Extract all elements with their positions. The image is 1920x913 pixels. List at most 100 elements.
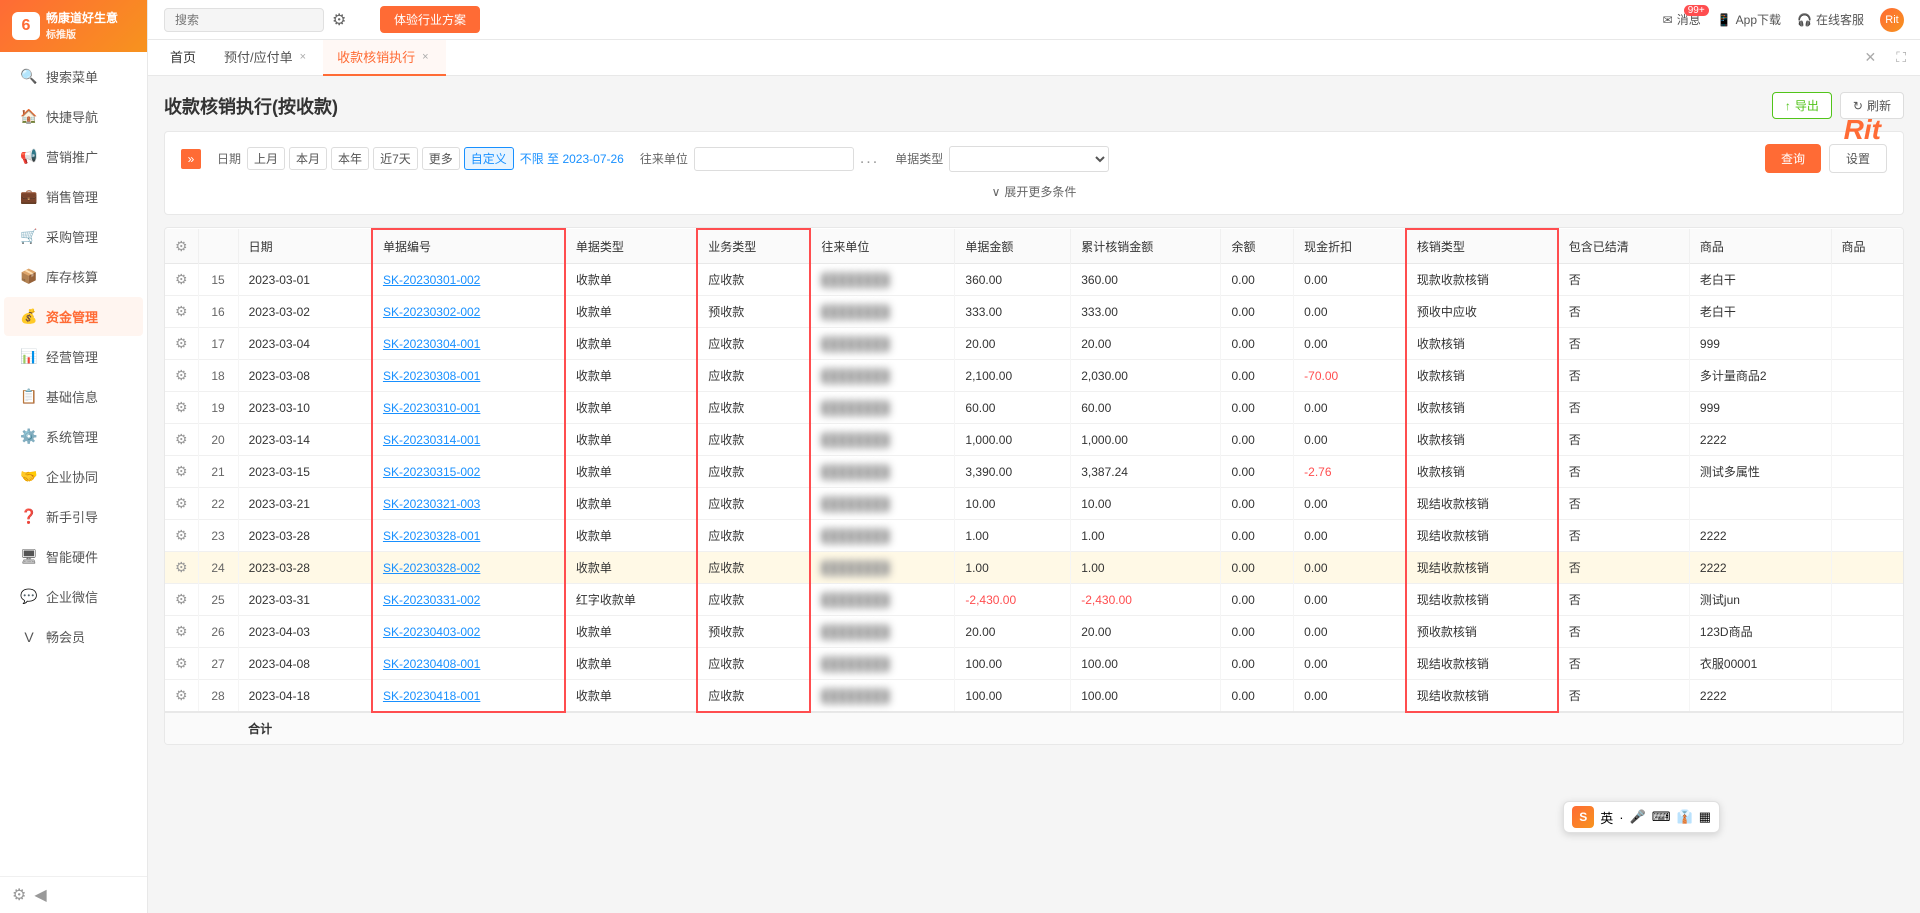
row-gear-icon[interactable]: ⚙ [175,495,188,511]
voucher-no-link[interactable]: SK-20230301-002 [383,273,480,287]
sidebar-item-basics[interactable]: 📋基础信息 [4,377,143,416]
row-gear-icon[interactable]: ⚙ [175,335,188,351]
row-gear-icon[interactable]: ⚙ [175,431,188,447]
message-button[interactable]: ✉ 消息 99+ [1663,11,1701,28]
ime-mic-icon[interactable]: 🎤 [1630,809,1646,825]
td-goods2 [1831,520,1903,552]
ime-theme-icon[interactable]: 👔 [1677,809,1693,825]
row-gear-icon[interactable]: ⚙ [175,623,188,639]
sidebar-settings-icon[interactable]: ⚙ [12,885,26,905]
date-more-btn[interactable]: 更多 [422,147,460,170]
voucher-no-link[interactable]: SK-20230302-002 [383,305,480,319]
sidebar-item-search[interactable]: 🔍搜索菜单 [4,57,143,96]
tab-home[interactable]: 首页 [156,40,210,76]
row-gear-icon[interactable]: ⚙ [175,463,188,479]
setting-button[interactable]: 设置 [1829,144,1887,173]
td-cash-discount: 0.00 [1294,392,1406,424]
sidebar-item-wechat[interactable]: 💬企业微信 [4,577,143,616]
export-button[interactable]: ↑ 导出 [1772,92,1832,119]
row-gear-icon[interactable]: ⚙ [175,527,188,543]
topbar-search-input[interactable] [164,8,324,32]
voucher-no-link[interactable]: SK-20230403-002 [383,625,480,639]
table-row: ⚙ 24 2023-03-28 SK-20230328-002 收款单 应收款 … [165,552,1903,584]
sidebar-item-enterprise[interactable]: 🤝企业协同 [4,457,143,496]
td-include-settled: 否 [1558,360,1690,392]
row-gear-icon[interactable]: ⚙ [175,655,188,671]
td-goods: 999 [1689,328,1831,360]
sidebar-collapse-icon[interactable]: ◀ [34,885,46,905]
industry-solution-button[interactable]: 体验行业方案 [380,6,480,33]
voucher-no-link[interactable]: SK-20230328-002 [383,561,480,575]
row-gear-icon[interactable]: ⚙ [175,271,188,287]
voucher-no-link[interactable]: SK-20230331-002 [383,593,480,607]
td-partner-value: ████████ [821,369,889,383]
tab-prepay[interactable]: 预付/应付单 × [210,40,323,76]
tab-maximize-btn[interactable]: ⛶ [1890,47,1912,68]
sidebar-item-hardware[interactable]: 🖥智能硬件 [4,537,143,576]
sidebar-item-marketing[interactable]: 📢营销推广 [4,137,143,176]
row-gear-icon[interactable]: ⚙ [175,591,188,607]
tab-collection[interactable]: 收款核销执行 × [323,40,445,76]
app-logo-icon: 6 [12,12,40,40]
filter-expand-button[interactable]: » [181,149,201,169]
tab-close-btn[interactable]: ✕ [1858,47,1882,68]
sidebar-item-member[interactable]: V畅会员 [4,617,143,656]
td-amount: 2,100.00 [955,360,1071,392]
td-partner: ████████ [810,264,955,296]
date-this-year-btn[interactable]: 本年 [331,147,369,170]
expand-more-label: 展开更多条件 [1004,183,1076,200]
voucher-no-link[interactable]: SK-20230408-001 [383,657,480,671]
date-7days-btn[interactable]: 近7天 [373,147,418,170]
topbar-gear-icon[interactable]: ⚙ [332,10,346,30]
voucher-no-link[interactable]: SK-20230310-001 [383,401,480,415]
date-last-month-btn[interactable]: 上月 [247,147,285,170]
sidebar-item-quicknav[interactable]: 🏠快捷导航 [4,97,143,136]
ime-grid-icon[interactable]: ▦ [1699,809,1711,825]
app-name: 畅康道好生意 [46,11,118,25]
voucher-no-link[interactable]: SK-20230328-001 [383,529,480,543]
td-writeoff-type: 收款核销 [1406,456,1558,488]
sidebar-item-operation[interactable]: 📊经营管理 [4,337,143,376]
td-balance: 0.00 [1221,488,1294,520]
voucher-no-link[interactable]: SK-20230321-003 [383,497,480,511]
filter-voucher-type-select[interactable] [949,146,1109,172]
row-gear-icon[interactable]: ⚙ [175,559,188,575]
td-index: 23 [198,520,238,552]
online-service-button[interactable]: 🎧 在线客服 [1797,11,1864,28]
td-date: 2023-03-08 [238,360,372,392]
expand-more-button[interactable]: ∨ 展开更多条件 [984,181,1085,202]
user-avatar[interactable]: Rit [1880,8,1904,32]
voucher-no-link[interactable]: SK-20230304-001 [383,337,480,351]
row-gear-icon[interactable]: ⚙ [175,399,188,415]
filter-partner-input[interactable] [694,147,854,171]
message-icon: ✉ [1663,13,1673,27]
date-this-month-btn[interactable]: 本月 [289,147,327,170]
tab-prepay-close[interactable]: × [297,50,309,64]
sidebar-item-guide[interactable]: ❓新手引导 [4,497,143,536]
tab-collection-close[interactable]: × [419,50,431,64]
sidebar-item-purchase[interactable]: 🛒采购管理 [4,217,143,256]
sidebar-item-inventory[interactable]: 📦库存核算 [4,257,143,296]
sidebar-item-sales[interactable]: 💼销售管理 [4,177,143,216]
sidebar-icon-finance: 💰 [20,308,38,325]
voucher-no-link[interactable]: SK-20230308-001 [383,369,480,383]
td-goods: 123D商品 [1689,616,1831,648]
row-gear-icon[interactable]: ⚙ [175,687,188,703]
ime-chinese-label[interactable]: 英 [1600,808,1613,827]
query-button[interactable]: 查询 [1765,144,1821,173]
date-custom-btn[interactable]: 自定义 [464,147,514,170]
sidebar-item-finance[interactable]: 💰资金管理 [4,297,143,336]
table-gear-icon[interactable]: ⚙ [175,238,188,254]
row-gear-icon[interactable]: ⚙ [175,303,188,319]
th-amount: 单据金额 [955,229,1071,264]
ime-keyboard-icon[interactable]: ⌨ [1652,809,1671,825]
voucher-no-link[interactable]: SK-20230315-002 [383,465,480,479]
sidebar-item-system[interactable]: ⚙️系统管理 [4,417,143,456]
filter-dots[interactable]: ... [860,150,879,168]
td-include-settled: 否 [1558,616,1690,648]
td-biz-type: 应收款 [697,360,810,392]
app-download-button[interactable]: 📱 App下载 [1717,11,1781,28]
voucher-no-link[interactable]: SK-20230418-001 [383,689,480,703]
row-gear-icon[interactable]: ⚙ [175,367,188,383]
voucher-no-link[interactable]: SK-20230314-001 [383,433,480,447]
